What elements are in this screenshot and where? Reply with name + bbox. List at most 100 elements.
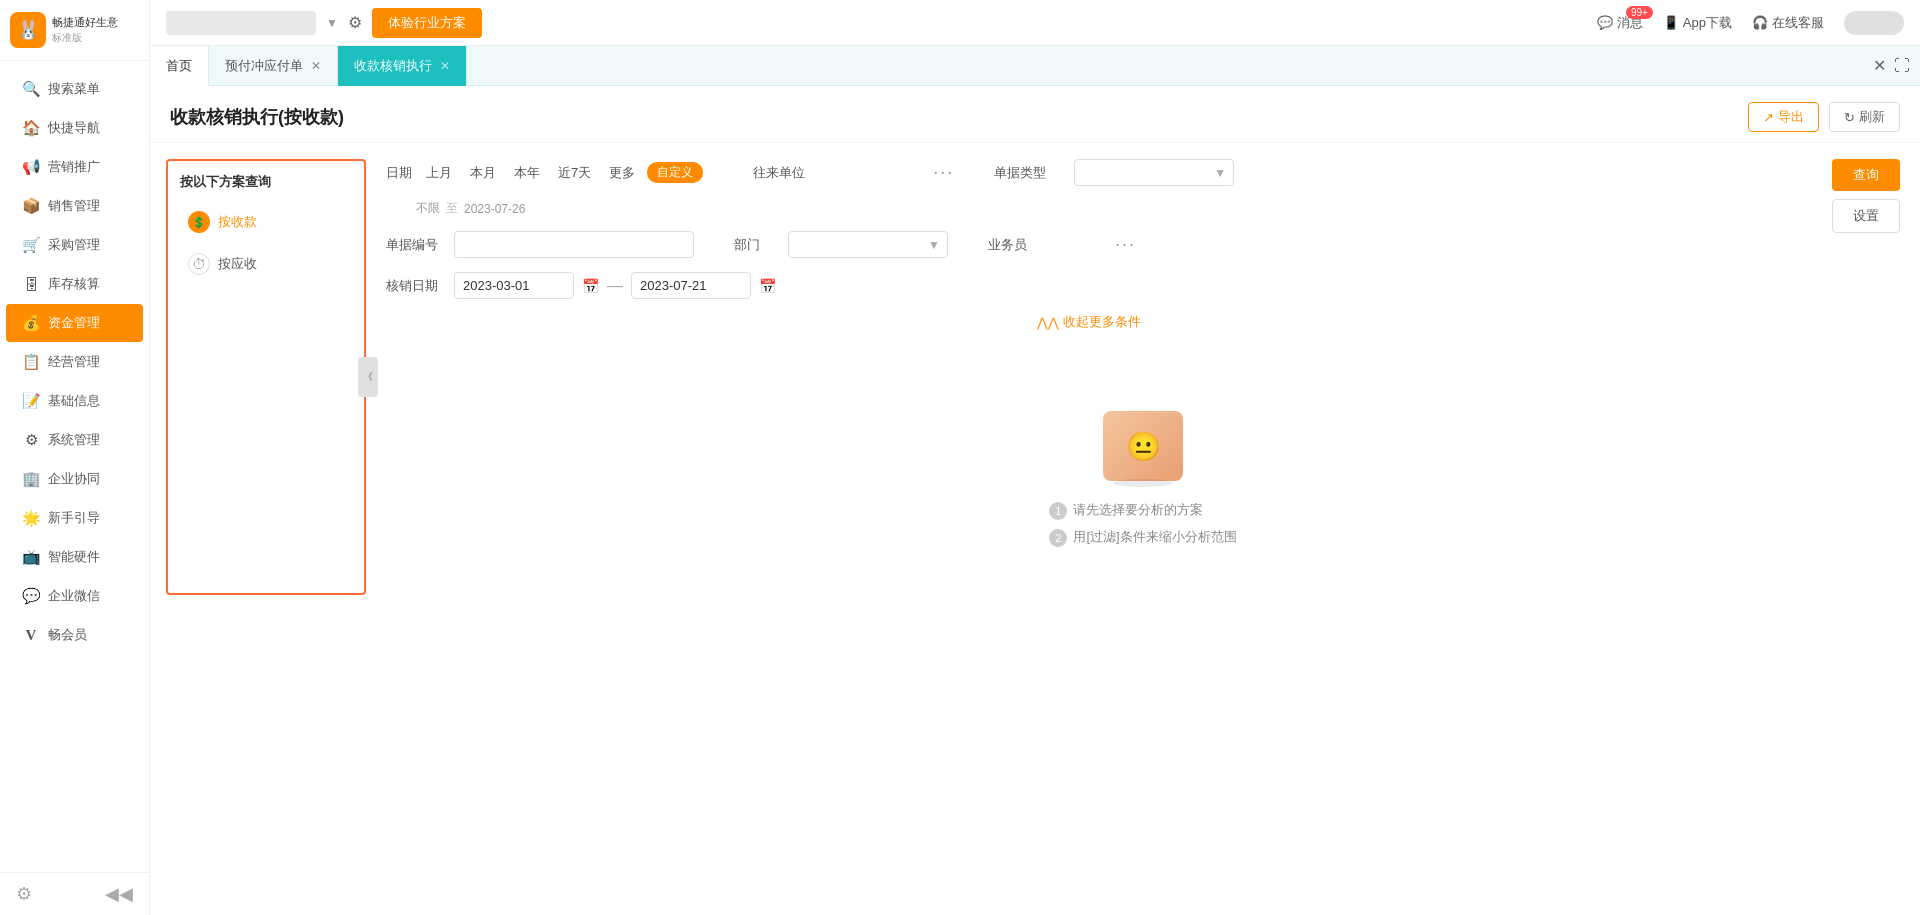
filter-form: 日期 上月 本月 本年 近7天 更多 自定义 <box>366 143 1920 611</box>
this-year-btn[interactable]: 本年 <box>508 162 546 184</box>
tab-prepay-close[interactable]: ✕ <box>311 59 321 73</box>
system-icon: ⚙ <box>22 431 40 449</box>
filter-option-collection[interactable]: 💲 按收款 <box>168 201 364 243</box>
sidebar-item-quick[interactable]: 🏠 快捷导航 <box>6 109 143 147</box>
verify-date-end-input[interactable] <box>631 272 751 299</box>
sidebar: 🐰 畅捷通好生意 标准版 🔍 搜索菜单 🏠 快捷导航 📢 营销推广 📦 销售管理… <box>0 0 150 915</box>
sales-icon: 📦 <box>22 197 40 215</box>
tab-collection[interactable]: 收款核销执行 ✕ <box>338 46 467 86</box>
empty-illustration: 😐 <box>1093 391 1193 481</box>
date-to-label: 至 <box>446 200 458 217</box>
more-date-btn[interactable]: 更多 <box>603 162 641 184</box>
online-service-area[interactable]: 🎧 在线客服 <box>1752 14 1824 32</box>
department-label: 部门 <box>734 236 760 254</box>
salesman-label: 业务员 <box>988 236 1027 254</box>
user-area <box>1844 11 1904 35</box>
filter-row-1: 日期 上月 本月 本年 近7天 更多 自定义 <box>386 159 1792 186</box>
operations-icon: 📋 <box>22 353 40 371</box>
top-left: ▼ ⚙ 体验行业方案 <box>166 8 482 38</box>
panel-collapse-btn[interactable]: 《 <box>358 357 378 397</box>
date-filter: 上月 本月 本年 近7天 更多 自定义 <box>420 162 703 184</box>
basic-icon: 📝 <box>22 392 40 410</box>
finance-icon: 💰 <box>22 314 40 332</box>
content-body: 按以下方案查询 💲 按收款 ⏱ 按应收 《 <box>150 143 1920 611</box>
tab-collection-close[interactable]: ✕ <box>440 59 450 73</box>
filter-option-receivable[interactable]: ⏱ 按应收 <box>168 243 364 285</box>
filter-action-buttons: 查询 设置 <box>1812 159 1900 233</box>
page-header: 收款核销执行(按收款) ↗ 导出 ↻ 刷新 <box>150 86 1920 143</box>
refresh-button[interactable]: ↻ 刷新 <box>1829 102 1900 132</box>
collapse-sidebar-icon[interactable]: ◀◀ <box>105 883 133 905</box>
department-select[interactable] <box>788 231 948 258</box>
empty-face: 😐 <box>1126 430 1161 463</box>
verify-date-start-cal[interactable]: 📅 <box>582 278 599 294</box>
more-conditions-row: ⋀⋀ 收起更多条件 <box>386 313 1792 331</box>
collapse-conditions-btn[interactable]: ⋀⋀ 收起更多条件 <box>1037 313 1141 331</box>
sidebar-item-guide[interactable]: 🌟 新手引导 <box>6 499 143 537</box>
sidebar-item-wechat[interactable]: 💬 企业微信 <box>6 577 143 615</box>
service-icon: 🎧 <box>1752 15 1768 30</box>
salesman-picker-btn[interactable]: ··· <box>1115 234 1136 255</box>
empty-tips: 1 请先选择要分析的方案 2 用[过滤]条件来缩小分析范围 <box>1049 501 1236 555</box>
expand-tab-icon[interactable]: ⛶ <box>1894 57 1910 75</box>
sidebar-item-sales[interactable]: 📦 销售管理 <box>6 187 143 225</box>
sidebar-bottom: ⚙ ◀◀ <box>0 872 149 915</box>
settings-bottom-icon[interactable]: ⚙ <box>16 883 32 905</box>
sidebar-item-purchase[interactable]: 🛒 采购管理 <box>6 226 143 264</box>
sidebar-nav: 🔍 搜索菜单 🏠 快捷导航 📢 营销推广 📦 销售管理 🛒 采购管理 🗄 库存核… <box>0 61 149 872</box>
sidebar-item-search[interactable]: 🔍 搜索菜单 <box>6 70 143 108</box>
salesman-field: 业务员 ··· <box>988 234 1136 255</box>
voucher-no-input[interactable] <box>454 231 694 258</box>
verify-date-end-cal[interactable]: 📅 <box>759 278 776 294</box>
sidebar-item-finance[interactable]: 💰 资金管理 <box>6 304 143 342</box>
counterparty-label: 往来单位 <box>753 164 805 182</box>
export-button[interactable]: ↗ 导出 <box>1748 102 1819 132</box>
sidebar-item-hardware[interactable]: 📺 智能硬件 <box>6 538 143 576</box>
this-month-btn[interactable]: 本月 <box>464 162 502 184</box>
filter-panel-title: 按以下方案查询 <box>168 173 364 201</box>
dropdown-icon[interactable]: ▼ <box>326 16 338 30</box>
verify-date-dash: — <box>607 277 623 295</box>
query-button[interactable]: 查询 <box>1832 159 1900 191</box>
sidebar-item-marketing[interactable]: 📢 营销推广 <box>6 148 143 186</box>
message-badge: 99+ <box>1626 6 1653 19</box>
empty-tip-2: 2 用[过滤]条件来缩小分析范围 <box>1049 528 1236 547</box>
empty-tip-1: 1 请先选择要分析的方案 <box>1049 501 1236 520</box>
empty-state: 😐 1 请先选择要分析的方案 2 用[过滤]条件来缩小分析范围 <box>386 331 1900 595</box>
sidebar-item-system[interactable]: ⚙ 系统管理 <box>6 421 143 459</box>
top-right: 💬 消息 99+ 📱 App下载 🎧 在线客服 <box>1597 11 1904 35</box>
guide-icon: 🌟 <box>22 509 40 527</box>
close-all-tabs-icon[interactable]: ✕ <box>1873 56 1886 75</box>
empty-box: 😐 <box>1103 411 1183 481</box>
marketing-icon: 📢 <box>22 158 40 176</box>
settings-button[interactable]: 设置 <box>1832 199 1900 233</box>
message-area[interactable]: 💬 消息 99+ <box>1597 14 1643 32</box>
custom-date-btn[interactable]: 自定义 <box>647 162 703 183</box>
message-icon: 💬 <box>1597 15 1613 30</box>
verify-date-start-input[interactable] <box>454 272 574 299</box>
voucher-type-select[interactable] <box>1074 159 1234 186</box>
industry-btn[interactable]: 体验行业方案 <box>372 8 482 38</box>
sidebar-item-member[interactable]: V 畅会员 <box>6 616 143 654</box>
last-month-btn[interactable]: 上月 <box>420 162 458 184</box>
page-content: 收款核销执行(按收款) ↗ 导出 ↻ 刷新 按以下方案查询 💲 按收款 <box>150 86 1920 915</box>
sidebar-item-inventory[interactable]: 🗄 库存核算 <box>6 265 143 303</box>
tab-prepay[interactable]: 预付冲应付单 ✕ <box>209 46 338 86</box>
sidebar-item-enterprise[interactable]: 🏢 企业协同 <box>6 460 143 498</box>
tab-home[interactable]: 首页 <box>150 46 209 86</box>
voucher-type-field: 单据类型 ▼ <box>994 159 1234 186</box>
collapse-up-icon: ⋀⋀ <box>1037 315 1059 330</box>
app-name-display <box>166 11 316 35</box>
filter-row-2: 单据编号 部门 ▼ <box>386 231 1792 258</box>
sidebar-item-operations[interactable]: 📋 经营管理 <box>6 343 143 381</box>
purchase-icon: 🛒 <box>22 236 40 254</box>
last-7days-btn[interactable]: 近7天 <box>552 162 597 184</box>
app-download-area[interactable]: 📱 App下载 <box>1663 14 1732 32</box>
tip-num-1: 1 <box>1049 502 1067 520</box>
counterparty-picker-btn[interactable]: ··· <box>933 162 954 183</box>
sidebar-item-basic[interactable]: 📝 基础信息 <box>6 382 143 420</box>
inventory-icon: 🗄 <box>22 276 40 293</box>
wechat-icon: 💬 <box>22 587 40 605</box>
sidebar-logo: 🐰 畅捷通好生意 标准版 <box>0 0 149 61</box>
gear-icon[interactable]: ⚙ <box>348 13 362 32</box>
